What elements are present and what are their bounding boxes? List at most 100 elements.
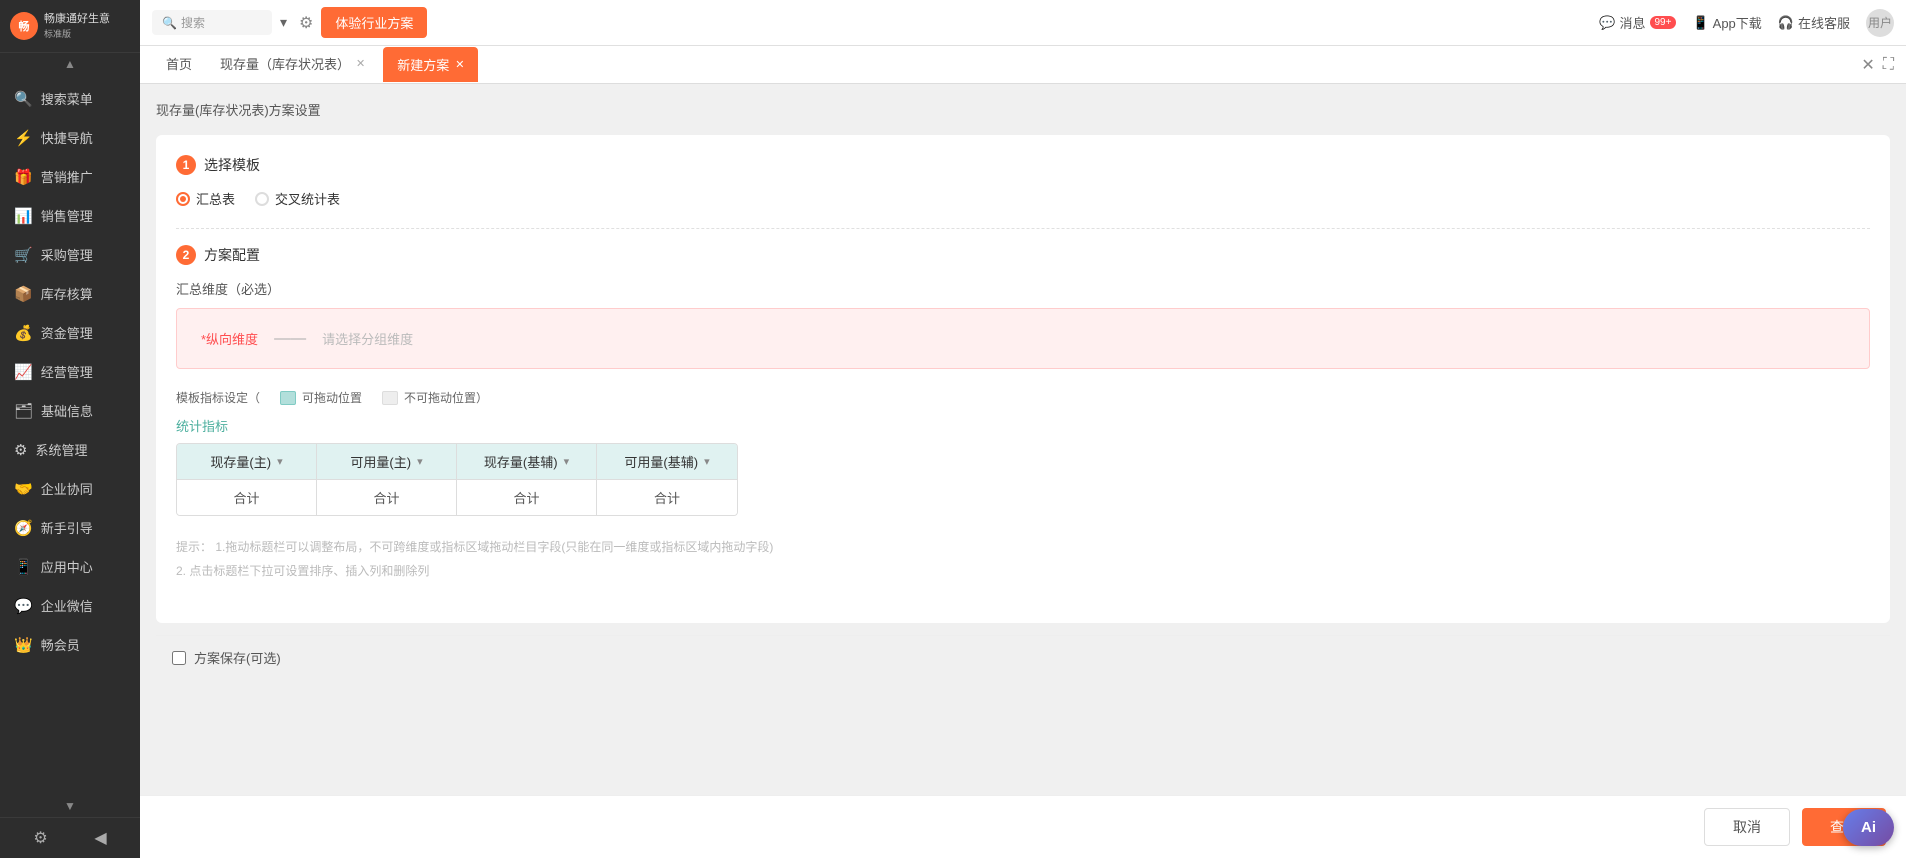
save-label[interactable]: 方案保存(可选) (194, 648, 281, 667)
col2-dropdown-icon[interactable]: ▾ (417, 455, 423, 468)
sidebar-icon-quick_nav: ⚡ (14, 129, 33, 147)
sidebar-icon-member: 👑 (14, 636, 33, 654)
save-section: 方案保存(可选) (156, 635, 1890, 679)
sidebar-item-inventory[interactable]: 📦库存核算 (0, 274, 140, 313)
app-download-label: App下载 (1713, 13, 1762, 32)
sidebar-icon-purchase: 🛒 (14, 246, 33, 264)
hint-2: 2. 点击标题栏下拉可设置排序、插入列和删除列 (176, 559, 1870, 583)
page-title: 现存量(库存状况表)方案设置 (156, 100, 1890, 119)
tab-inventory-close[interactable]: ✕ (356, 57, 365, 70)
sidebar-item-quick_nav[interactable]: ⚡ 快捷导航 (0, 118, 140, 157)
col4-header[interactable]: 可用量(基辅) ▾ (597, 444, 737, 480)
user-avatar[interactable]: 用户 (1866, 9, 1894, 37)
topbar-dropdown[interactable]: ▾ (280, 14, 287, 31)
sidebar-label-member: 畅会员 (41, 635, 80, 654)
sidebar-item-member[interactable]: 👑 畅会员 (0, 625, 140, 664)
sidebar-item-wechat[interactable]: 💬 企业微信 (0, 586, 140, 625)
radio-cross-label: 交叉统计表 (275, 189, 340, 208)
sidebar-icon-inventory: 📦 (14, 285, 33, 303)
sidebar-item-marketing[interactable]: 🎁 营销推广 (0, 157, 140, 196)
radio-summary-label: 汇总表 (196, 189, 235, 208)
ai-button[interactable]: Ai (1843, 809, 1894, 846)
sidebar: 畅 畅康通好生意 标准版 ▲ 🔍搜索菜单 ⚡ 快捷导航 🎁 营销推广 📊销售管理🛒采购管理… (0, 0, 140, 858)
sidebar-item-system[interactable]: ⚙系统管理 (0, 430, 140, 469)
non-draggable-box (382, 391, 398, 405)
mobile-icon: 📱 (1692, 15, 1708, 31)
expand-panel-icon[interactable]: ⛶ (1883, 56, 1894, 74)
sidebar-item-purchase[interactable]: 🛒采购管理 (0, 235, 140, 274)
sidebar-scroll-up[interactable]: ▲ (0, 53, 140, 75)
stats-table: 现存量(主) ▾ 可用量(主) ▾ 现存量(基辅) ▾ (176, 443, 738, 516)
sidebar-label-marketing: 营销推广 (41, 167, 93, 186)
radio-summary[interactable]: 汇总表 (176, 189, 235, 208)
col1-header[interactable]: 现存量(主) ▾ (177, 444, 317, 480)
col2-header[interactable]: 可用量(主) ▾ (317, 444, 457, 480)
sidebar-icon-basic: 🗂 (14, 402, 33, 420)
sidebar-icon-system: ⚙ (14, 441, 27, 459)
stats-table-header: 现存量(主) ▾ 可用量(主) ▾ 现存量(基辅) ▾ (177, 444, 737, 480)
tab-new-scheme-label: 新建方案 (397, 55, 449, 74)
col1-dropdown-icon[interactable]: ▾ (277, 455, 283, 468)
app-logo-icon: 畅 (10, 12, 38, 40)
trial-btn[interactable]: 体验行业方案 (321, 7, 427, 38)
sidebar-label-guide: 新手引导 (41, 518, 93, 537)
legend-non-draggable: 不可拖动位置） (382, 389, 488, 406)
settings-icon[interactable]: ⚙ (33, 828, 47, 848)
sidebar-label-search: 搜索菜单 (41, 89, 93, 108)
sidebar-item-cooperation[interactable]: 🤝企业协同 (0, 469, 140, 508)
sidebar-item-guide[interactable]: 🧭新手引导 (0, 508, 140, 547)
sidebar-icon-marketing: 🎁 (14, 168, 33, 186)
sidebar-item-basic[interactable]: 🗂基础信息 (0, 391, 140, 430)
sidebar-footer: ⚙ ◀ (0, 817, 140, 858)
tab-new-scheme-close[interactable]: ✕ (455, 58, 464, 71)
sidebar-item-operations[interactable]: 📈经营管理 (0, 352, 140, 391)
save-checkbox[interactable] (172, 651, 186, 665)
message-badge: 99+ (1650, 16, 1677, 29)
tab-inventory[interactable]: 现存量（库存状况表） ✕ (206, 46, 379, 83)
search-bar[interactable]: 🔍 搜索 (152, 10, 272, 35)
sidebar-item-search[interactable]: 🔍搜索菜单 (0, 79, 140, 118)
col3-header[interactable]: 现存量(基辅) ▾ (457, 444, 597, 480)
online-service-item[interactable]: 🎧 在线客服 (1778, 13, 1850, 32)
col4-dropdown-icon[interactable]: ▾ (704, 455, 710, 468)
message-item[interactable]: 💬 消息 99+ (1599, 13, 1676, 32)
dimension-area[interactable]: *纵向维度 —— 请选择分组维度 (176, 308, 1870, 369)
sidebar-item-appstore[interactable]: 📱应用中心 (0, 547, 140, 586)
message-icon: 💬 (1599, 15, 1615, 31)
bottom-actions: 取消 查询 (140, 795, 1906, 858)
sidebar-item-finance[interactable]: 💰资金管理 (0, 313, 140, 352)
step2-header: 2 方案配置 (176, 245, 1870, 265)
step1-title: 选择模板 (204, 155, 260, 175)
main-area: 🔍 搜索 ▾ ⚙ 体验行业方案 💬 消息 99+ 📱 App下载 🎧 在线客服 … (140, 0, 1906, 858)
sidebar-icon-sales: 📊 (14, 207, 33, 225)
tab-new-scheme[interactable]: 新建方案 ✕ (383, 47, 478, 82)
tab-home[interactable]: 首页 (152, 46, 206, 83)
topbar-gear-icon[interactable]: ⚙ (299, 13, 313, 33)
sidebar-label-operations: 经营管理 (41, 362, 93, 381)
draggable-box (280, 391, 296, 405)
content-area: 现存量(库存状况表)方案设置 1 选择模板 汇总表 交叉统计表 (140, 84, 1906, 795)
non-draggable-label: 不可拖动位置） (404, 389, 488, 406)
sidebar-icon-wechat: 💬 (14, 597, 33, 615)
col3-dropdown-icon[interactable]: ▾ (564, 455, 570, 468)
service-icon: 🎧 (1778, 15, 1794, 31)
radio-cross[interactable]: 交叉统计表 (255, 189, 340, 208)
dimension-section: 汇总维度（必选） *纵向维度 —— 请选择分组维度 (176, 279, 1870, 369)
sidebar-scroll-down[interactable]: ▼ (0, 795, 140, 817)
sidebar-label-quick_nav: 快捷导航 (41, 128, 93, 147)
radio-summary-dot (176, 192, 190, 206)
settings-panel: 1 选择模板 汇总表 交叉统计表 2 (156, 135, 1890, 623)
search-placeholder: 搜索 (181, 14, 205, 31)
hint-1: 提示： 1.拖动标题栏可以调整布局，不可跨维度或指标区域拖动栏目字段(只能在同一… (176, 535, 1870, 559)
indicator-legend: 模板指标设定（ 可拖动位置 不可拖动位置） (176, 389, 1870, 406)
dimension-label: 汇总维度（必选） (176, 279, 1870, 298)
sidebar-label-cooperation: 企业协同 (41, 479, 93, 498)
legend-draggable: 可拖动位置 (280, 389, 362, 406)
app-logo-text: 畅康通好生意 标准版 (44, 12, 110, 39)
collapse-icon[interactable]: ◀ (94, 828, 106, 848)
cancel-button[interactable]: 取消 (1704, 808, 1790, 846)
sidebar-item-sales[interactable]: 📊销售管理 (0, 196, 140, 235)
close-panel-icon[interactable]: ✕ (1861, 55, 1874, 75)
sidebar-label-wechat: 企业微信 (41, 596, 93, 615)
app-download-item[interactable]: 📱 App下载 (1692, 13, 1761, 32)
